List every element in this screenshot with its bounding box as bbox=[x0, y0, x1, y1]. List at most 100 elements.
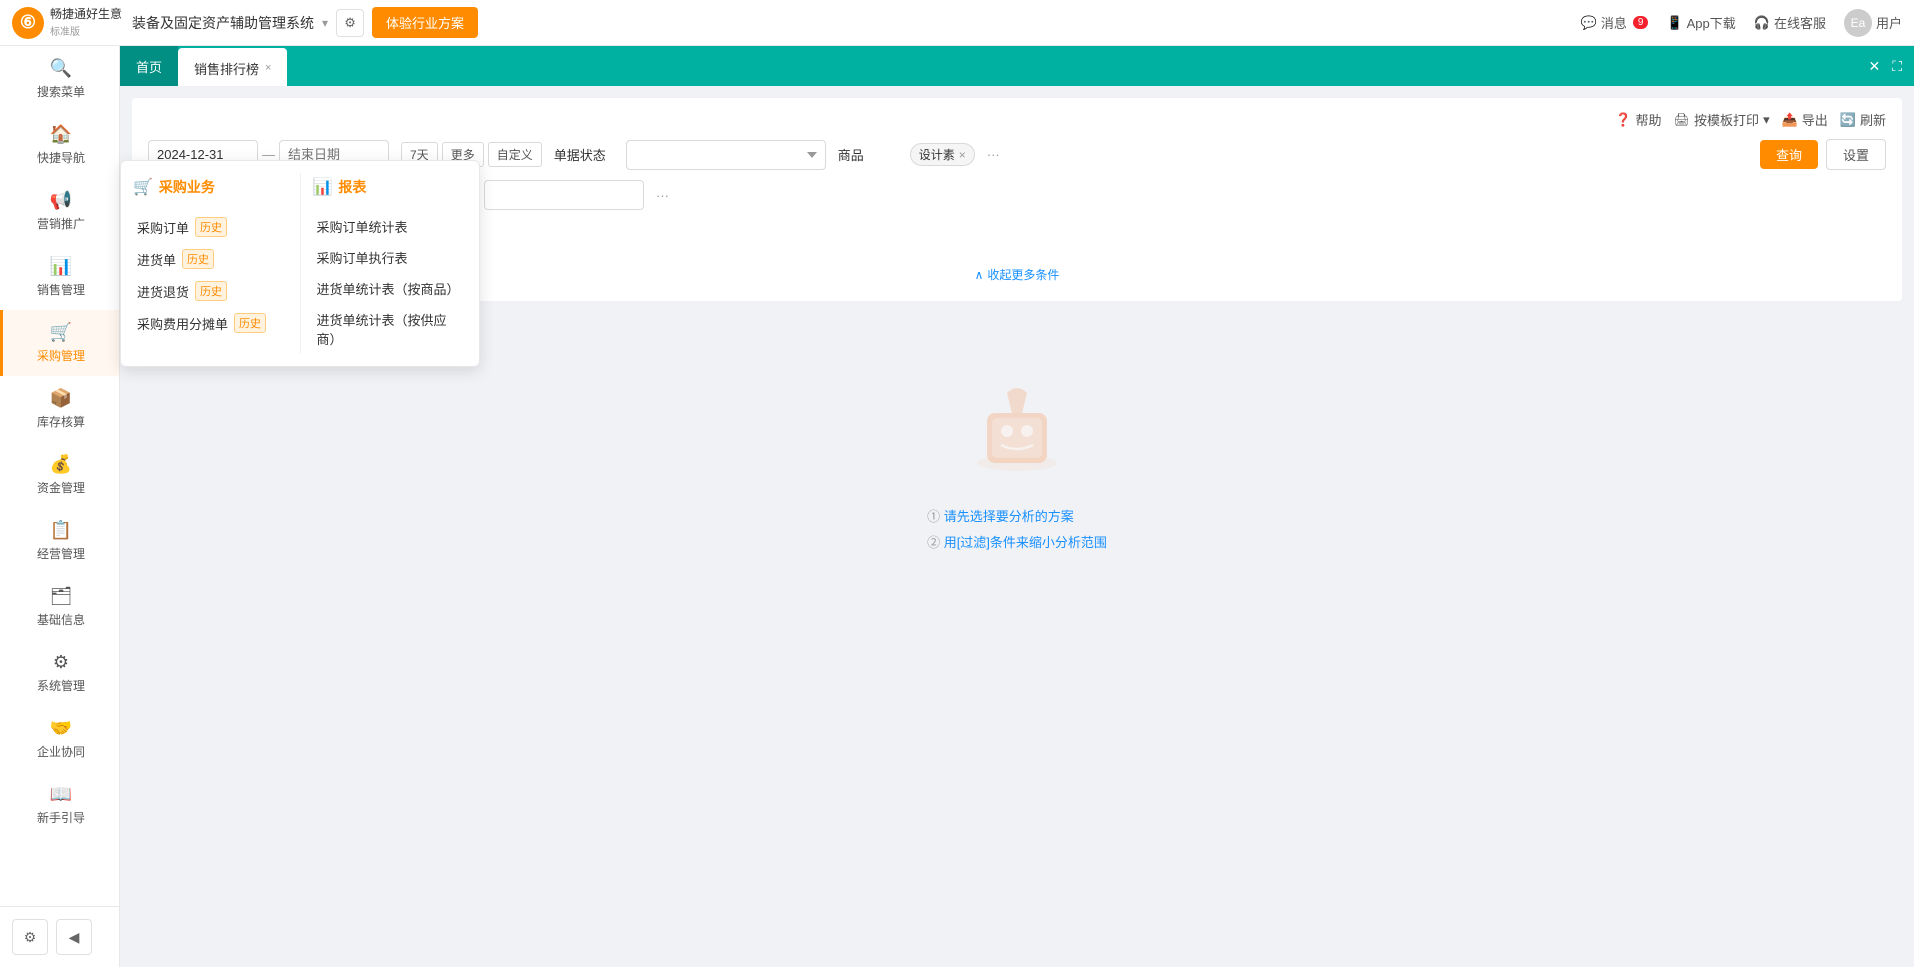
report-receipt-supplier-item[interactable]: 进货单统计表（按供应商） bbox=[313, 304, 468, 354]
history-tag-0: 历史 bbox=[195, 217, 227, 237]
user-area[interactable]: Ea 用户 bbox=[1844, 9, 1902, 37]
sidebar-item-marketing[interactable]: 📢 营销推广 bbox=[0, 178, 119, 244]
purchase-icon: 🛒 bbox=[50, 322, 72, 343]
tab-home[interactable]: 首页 bbox=[120, 46, 178, 86]
enterprise-icon: 🤝 bbox=[50, 718, 72, 739]
purchase-expense-item[interactable]: 采购费用分摊单 历史 bbox=[133, 307, 288, 339]
system-icon: ⚙ bbox=[53, 652, 69, 673]
tab-controls: ✕ ⛶ bbox=[1864, 54, 1914, 79]
query-button[interactable]: 查询 bbox=[1760, 140, 1818, 169]
newbie-icon: 📖 bbox=[50, 784, 72, 805]
sidebar-item-system[interactable]: ⚙ 系统管理 bbox=[0, 640, 119, 706]
purchase-receipt-item[interactable]: 进货单 历史 bbox=[133, 243, 288, 275]
report-order-stat-item[interactable]: 采购订单统计表 bbox=[313, 211, 468, 242]
message-badge: 9 bbox=[1633, 16, 1649, 29]
sidebar-collapse-button[interactable]: ◀ bbox=[56, 919, 92, 955]
collapse-icon: ∧ bbox=[975, 268, 984, 282]
refresh-icon: 🔄 bbox=[1840, 112, 1856, 128]
app-download-button[interactable]: 📱 App下载 bbox=[1666, 13, 1735, 32]
system-title: 装备及固定资产辅助管理系统 bbox=[132, 13, 314, 33]
salesperson-more[interactable]: ··· bbox=[656, 188, 669, 203]
history-tag-2: 历史 bbox=[195, 281, 227, 301]
system-title-area: 装备及固定资产辅助管理系统 ▾ ⚙ 体验行业方案 bbox=[132, 7, 1581, 38]
logo-sub: 标准版 bbox=[50, 23, 122, 38]
refresh-button[interactable]: 🔄 刷新 bbox=[1840, 110, 1886, 129]
dropdown-arrow-icon[interactable]: ▾ bbox=[322, 16, 328, 30]
tab-sales-ranking[interactable]: 销售排行榜 × bbox=[178, 48, 287, 88]
basic-info-icon: 🗂 bbox=[50, 586, 73, 607]
top-right-area: 💬 消息 9 📱 App下载 🎧 在线客服 Ea 用户 bbox=[1581, 9, 1902, 37]
sidebar-item-sales[interactable]: 📊 销售管理 bbox=[0, 244, 119, 310]
export-button[interactable]: 📤 导出 bbox=[1782, 110, 1828, 129]
search-icon: 🔍 bbox=[50, 58, 72, 79]
purchase-col-title: 🛒 采购业务 bbox=[133, 173, 288, 201]
sidebar-item-purchase[interactable]: 🛒 采购管理 bbox=[0, 310, 119, 376]
home-icon: 🏠 bbox=[50, 124, 72, 145]
logo-icon: ⑥ bbox=[12, 7, 44, 39]
marketing-icon: 📢 bbox=[50, 190, 72, 211]
help-icon: ❓ bbox=[1615, 112, 1631, 128]
logo-area: ⑥ 畅捷通好生意 标准版 bbox=[12, 7, 132, 39]
set-button[interactable]: 设置 bbox=[1826, 139, 1886, 170]
print-dropdown-icon[interactable]: ▾ bbox=[1763, 112, 1770, 128]
purchase-col: 🛒 采购业务 采购订单 历史 进货单 历史 进货退货 历史 采购费用分摊单 历史 bbox=[121, 173, 301, 354]
report-order-exec-item[interactable]: 采购订单执行表 bbox=[313, 242, 468, 273]
message-button[interactable]: 💬 消息 9 bbox=[1581, 13, 1649, 32]
top-bar: ⑥ 畅捷通好生意 标准版 装备及固定资产辅助管理系统 ▾ ⚙ 体验行业方案 💬 … bbox=[0, 0, 1914, 46]
sidebar-settings-button[interactable]: ⚙ bbox=[12, 919, 48, 955]
sidebar-item-inventory[interactable]: 📦 库存核算 bbox=[0, 376, 119, 442]
online-service-button[interactable]: 🎧 在线客服 bbox=[1754, 13, 1826, 32]
gear-settings-button[interactable]: ⚙ bbox=[336, 9, 364, 37]
inventory-icon: 📦 bbox=[50, 388, 72, 409]
goods-more-button[interactable]: ··· bbox=[987, 147, 1000, 162]
filter-actions: 查询 设置 bbox=[1760, 139, 1886, 170]
report-receipt-goods-item[interactable]: 进货单统计表（按商品） bbox=[313, 273, 468, 304]
tab-close-button[interactable]: × bbox=[265, 62, 271, 74]
document-status-label: 单据状态 bbox=[554, 145, 614, 164]
sidebar-bottom: ⚙ ◀ bbox=[0, 906, 119, 967]
print-button[interactable]: 🖨 按模板打印 ▾ bbox=[1674, 110, 1770, 129]
report-col: 📊 报表 采购订单统计表 采购订单执行表 进货单统计表（按商品） 进货单统计表（… bbox=[301, 173, 480, 354]
shortcut-custom[interactable]: 自定义 bbox=[488, 142, 542, 167]
purchase-dropdown-menu: 🛒 采购业务 采购订单 历史 进货单 历史 进货退货 历史 采购费用分摊单 历史 bbox=[120, 160, 480, 367]
sidebar-item-finance[interactable]: 💰 资金管理 bbox=[0, 442, 119, 508]
goods-label: 商品 bbox=[838, 145, 898, 164]
goods-tag: 设计素 × bbox=[910, 143, 975, 166]
sidebar-item-newbie[interactable]: 📖 新手引导 bbox=[0, 772, 119, 838]
purchase-order-item[interactable]: 采购订单 历史 bbox=[133, 211, 288, 243]
sidebar-item-operations[interactable]: 📋 经营管理 bbox=[0, 508, 119, 574]
tab-bar: 首页 销售排行榜 × ✕ ⛶ bbox=[120, 46, 1914, 86]
logo-text: 畅捷通好生意 bbox=[50, 7, 122, 23]
report-menu-icon: 📊 bbox=[313, 177, 333, 197]
sales-icon: 📊 bbox=[50, 256, 72, 277]
avatar: Ea bbox=[1844, 9, 1872, 37]
help-button[interactable]: ❓ 帮助 bbox=[1615, 110, 1661, 129]
phone-icon: 📱 bbox=[1666, 15, 1682, 31]
message-icon: 💬 bbox=[1581, 15, 1597, 31]
history-tag-3: 历史 bbox=[234, 313, 266, 333]
empty-tips: ① 请先选择要分析的方案 ② 用[过滤]条件来缩小分析范围 bbox=[927, 504, 1107, 556]
sidebar-item-quick-nav[interactable]: 🏠 快捷导航 bbox=[0, 112, 119, 178]
sidebar: 🔍 搜索菜单 🏠 快捷导航 📢 营销推广 📊 销售管理 🛒 采购管理 📦 库存核… bbox=[0, 46, 120, 967]
goods-tag-remove[interactable]: × bbox=[959, 148, 966, 162]
print-icon: 🖨 bbox=[1674, 112, 1691, 128]
history-tag-1: 历史 bbox=[182, 249, 214, 269]
salesperson-input[interactable] bbox=[484, 180, 644, 210]
tab-maximize-button[interactable]: ⛶ bbox=[1888, 54, 1906, 79]
headset-icon: 🎧 bbox=[1754, 15, 1770, 31]
purchase-menu-icon: 🛒 bbox=[133, 177, 153, 197]
sidebar-item-search[interactable]: 🔍 搜索菜单 bbox=[0, 46, 119, 112]
tab-close-all-button[interactable]: ✕ bbox=[1864, 54, 1884, 79]
empty-illustration bbox=[957, 373, 1077, 488]
report-col-title: 📊 报表 bbox=[313, 173, 468, 201]
toolbar-row: ❓ 帮助 🖨 按模板打印 ▾ 📤 导出 🔄 刷新 bbox=[148, 110, 1886, 129]
main-layout: 🔍 搜索菜单 🏠 快捷导航 📢 营销推广 📊 销售管理 🛒 采购管理 📦 库存核… bbox=[0, 46, 1914, 967]
finance-icon: 💰 bbox=[50, 454, 72, 475]
purchase-return-item[interactable]: 进货退货 历史 bbox=[133, 275, 288, 307]
industry-plan-button[interactable]: 体验行业方案 bbox=[372, 7, 478, 38]
sidebar-item-enterprise[interactable]: 🤝 企业协同 bbox=[0, 706, 119, 772]
document-status-select[interactable] bbox=[626, 140, 826, 170]
sidebar-item-basic-info[interactable]: 🗂 基础信息 bbox=[0, 574, 119, 640]
operations-icon: 📋 bbox=[50, 520, 72, 541]
export-icon: 📤 bbox=[1782, 112, 1798, 128]
